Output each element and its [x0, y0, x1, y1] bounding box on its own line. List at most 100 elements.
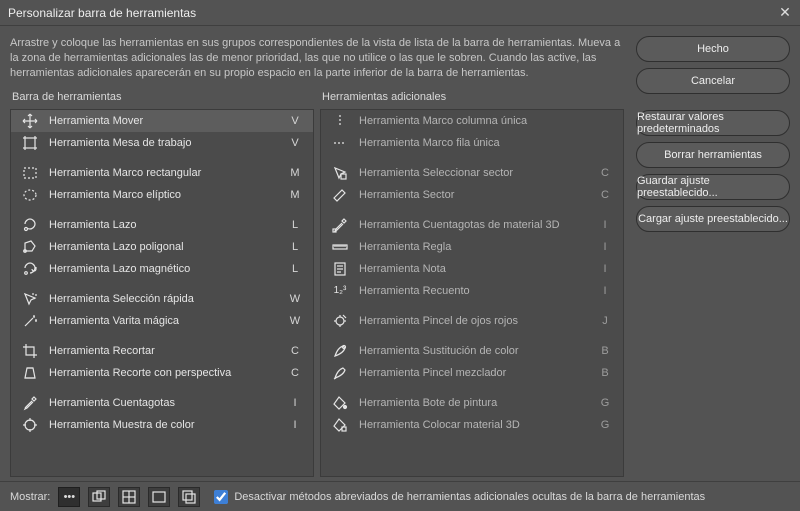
single-col-icon	[331, 112, 349, 130]
tool-row[interactable]: Herramienta Selección rápidaW	[11, 288, 313, 310]
tool-row[interactable]: Herramienta Lazo poligonal L	[11, 236, 313, 258]
tool-row[interactable]: Herramienta Lazo L	[11, 214, 313, 236]
tool-shortcut: L	[287, 241, 303, 253]
clear-tools-button[interactable]: Borrar herramientas	[636, 142, 790, 168]
tool-row[interactable]: Herramienta Muestra de colorI	[11, 414, 313, 436]
crop-icon	[21, 342, 39, 360]
tool-label: Herramienta Seleccionar sector	[359, 167, 587, 179]
tool-row[interactable]: Herramienta Recortar C	[11, 340, 313, 362]
extra-list[interactable]: Herramienta Marco columna única Herramien…	[320, 109, 624, 477]
tool-row[interactable]: Herramienta Recorte con perspectiva C	[11, 362, 313, 384]
restore-defaults-button[interactable]: Restaurar valores predeterminados	[636, 110, 790, 136]
color-sampler-icon	[21, 416, 39, 434]
tool-label: Herramienta Lazo	[49, 219, 277, 231]
tool-row[interactable]: Herramienta Marco elíptico M	[11, 184, 313, 206]
tool-shortcut: I	[597, 285, 613, 297]
save-preset-button[interactable]: Guardar ajuste preestablecido...	[636, 174, 790, 200]
disable-shortcuts-input[interactable]	[214, 490, 228, 504]
tool-row[interactable]: Herramienta NotaI	[321, 258, 623, 280]
titlebar: Personalizar barra de herramientas ✕	[0, 0, 800, 26]
tool-label: Herramienta Cuentagotas de material 3D	[359, 219, 587, 231]
footer: Mostrar: ••• Desactivar métodos abreviad…	[0, 481, 800, 511]
tool-row[interactable]: Herramienta Pincel de ojos rojosJ	[321, 310, 623, 332]
tool-row[interactable]: Herramienta Seleccionar sectorC	[321, 162, 623, 184]
tool-shortcut: I	[597, 241, 613, 253]
slice-select-icon	[331, 164, 349, 182]
tool-label: Herramienta Mesa de trabajo	[49, 137, 277, 149]
lasso-icon	[21, 216, 39, 234]
tool-label: Herramienta Lazo poligonal	[49, 241, 277, 253]
tool-row[interactable]: Herramienta Cuentagotas de material 3D I	[321, 214, 623, 236]
cancel-button[interactable]: Cancelar	[636, 68, 790, 94]
description-text: Arrastre y coloque las herramientas en s…	[10, 36, 624, 81]
toolbar-list[interactable]: Herramienta MoverVHerramienta Mesa de tr…	[10, 109, 314, 477]
tool-row[interactable]: Herramienta Lazo magnéticoL	[11, 258, 313, 280]
tool-label: Herramienta Marco fila única	[359, 137, 587, 149]
tool-label: Herramienta Regla	[359, 241, 587, 253]
tool-label: Herramienta Muestra de color	[49, 419, 277, 431]
redeye-icon	[331, 312, 349, 330]
poly-lasso-icon	[21, 238, 39, 256]
tool-shortcut: G	[597, 397, 613, 409]
tool-shortcut: I	[287, 397, 303, 409]
marquee-rect-icon	[21, 164, 39, 182]
tool-label: Herramienta Selección rápida	[49, 293, 277, 305]
perspective-crop-icon	[21, 364, 39, 382]
tool-label: Herramienta Mover	[49, 115, 277, 127]
tool-row[interactable]: 1₂³ Herramienta Recuento I	[321, 280, 623, 302]
mixer-brush-icon	[331, 364, 349, 382]
tool-label: Herramienta Recorte con perspectiva	[49, 367, 277, 379]
tool-shortcut: M	[287, 189, 303, 201]
tool-shortcut: B	[597, 367, 613, 379]
count-icon: 1₂³	[331, 282, 349, 300]
tool-label: Herramienta Recortar	[49, 345, 277, 357]
show-option-grid[interactable]	[118, 487, 140, 507]
done-button[interactable]: Hecho	[636, 36, 790, 62]
show-option-overlap[interactable]	[88, 487, 110, 507]
tool-shortcut: W	[287, 315, 303, 327]
slice-icon	[331, 186, 349, 204]
tool-row[interactable]: Herramienta Marco rectangularM	[11, 162, 313, 184]
tool-shortcut: V	[287, 115, 303, 127]
show-option-stack[interactable]	[178, 487, 200, 507]
tool-label: Herramienta Varita mágica	[49, 315, 277, 327]
tool-row[interactable]: Herramienta Colocar material 3DG	[321, 414, 623, 436]
right-button-panel: Hecho Cancelar Restaurar valores predete…	[632, 26, 800, 481]
tool-label: Herramienta Sector	[359, 189, 587, 201]
tool-label: Herramienta Recuento	[359, 285, 587, 297]
tool-row[interactable]: Herramienta Mover V	[11, 110, 313, 132]
tool-row[interactable]: Herramienta Regla I	[321, 236, 623, 258]
paint-bucket-icon	[331, 394, 349, 412]
tool-row[interactable]: Herramienta Bote de pinturaG	[321, 392, 623, 414]
tool-shortcut: C	[287, 345, 303, 357]
tool-shortcut: L	[287, 219, 303, 231]
toolbar-header: Barra de herramientas	[10, 89, 314, 109]
load-preset-button[interactable]: Cargar ajuste preestablecido...	[636, 206, 790, 232]
tool-row[interactable]: Herramienta Pincel mezcladorB	[321, 362, 623, 384]
disable-shortcuts-label: Desactivar métodos abreviados de herrami…	[234, 491, 705, 503]
tool-label: Herramienta Marco elíptico	[49, 189, 277, 201]
eyedropper-3d-icon	[331, 216, 349, 234]
tool-shortcut: G	[597, 419, 613, 431]
show-option-ellipsis[interactable]: •••	[58, 487, 80, 507]
show-option-frame[interactable]	[148, 487, 170, 507]
move-icon	[21, 112, 39, 130]
mag-lasso-icon	[21, 260, 39, 278]
tool-row[interactable]: Herramienta Sustitución de colorB	[321, 340, 623, 362]
eyedropper-icon	[21, 394, 39, 412]
tool-shortcut: C	[287, 367, 303, 379]
show-label: Mostrar:	[10, 491, 50, 503]
tool-shortcut: I	[597, 219, 613, 231]
tool-row[interactable]: Herramienta SectorC	[321, 184, 623, 206]
magic-wand-icon	[21, 312, 39, 330]
tool-row[interactable]: Herramienta Varita mágica W	[11, 310, 313, 332]
disable-shortcuts-checkbox[interactable]: Desactivar métodos abreviados de herrami…	[214, 490, 705, 504]
tool-shortcut: V	[287, 137, 303, 149]
tool-row[interactable]: Herramienta Marco fila única	[321, 132, 623, 154]
close-icon[interactable]: ✕	[778, 6, 792, 20]
tool-row[interactable]: Herramienta Marco columna única	[321, 110, 623, 132]
tool-row[interactable]: Herramienta Mesa de trabajo V	[11, 132, 313, 154]
tool-shortcut: I	[597, 263, 613, 275]
tool-row[interactable]: Herramienta CuentagotasI	[11, 392, 313, 414]
tool-label: Herramienta Lazo magnético	[49, 263, 277, 275]
